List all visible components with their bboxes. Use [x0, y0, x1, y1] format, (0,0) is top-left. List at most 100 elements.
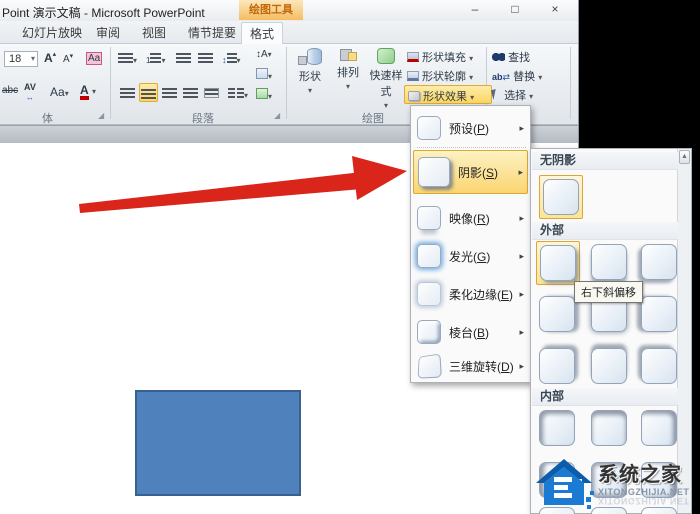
menu-item-shadow[interactable]: 阴影(S) ▸	[413, 150, 528, 194]
swatch-offset-left[interactable]	[641, 296, 677, 332]
shape-outline-button[interactable]: 形状轮廓 ▾	[404, 66, 492, 85]
close-button[interactable]: ×	[540, 2, 570, 17]
align-center-button[interactable]	[139, 83, 158, 102]
select-button[interactable]: 选择 ▾	[490, 85, 572, 104]
swatch-offset-diagonal-bottom-left[interactable]	[641, 244, 677, 280]
pencil-outline-icon	[407, 71, 419, 81]
swatch-inner-top-right[interactable]	[641, 410, 677, 446]
replace-button[interactable]: ab⇄ 替换 ▾	[492, 66, 572, 85]
numbered-list-icon	[150, 53, 162, 63]
menu-item-label: 三维旋转	[449, 359, 498, 374]
chevron-down-icon: ▾	[236, 56, 241, 65]
smartart-icon	[256, 88, 268, 99]
glow-effect-icon	[417, 244, 441, 268]
quick-styles-button[interactable]: 快速样式 ▾	[366, 48, 406, 110]
tab-view[interactable]: 视图	[134, 22, 174, 44]
decrease-indent-icon	[176, 53, 191, 63]
menu-item-label: 映像	[449, 211, 474, 226]
section-header-outer: 外部	[532, 222, 678, 240]
columns-button[interactable]: ▾	[228, 87, 248, 101]
slide-rectangle-shape[interactable]	[135, 390, 301, 496]
arrange-button[interactable]: 排列 ▾	[330, 48, 366, 110]
align-left-button[interactable]	[118, 83, 137, 102]
shapes-button[interactable]: 形状 ▾	[292, 48, 328, 110]
swatch-offset-top[interactable]	[591, 348, 627, 384]
menu-item-soft-edges[interactable]: 柔化边缘(E) ▸	[413, 276, 528, 312]
select-label: 选择	[504, 90, 527, 102]
tab-review[interactable]: 审阅	[88, 22, 128, 44]
menu-item-reflection[interactable]: 映像(R) ▸	[413, 200, 528, 236]
justify-button[interactable]	[181, 83, 200, 102]
numbering-button[interactable]: 1 ▾	[146, 52, 165, 66]
decrease-indent-button[interactable]	[176, 52, 191, 66]
shrink-font-button[interactable]: A▾	[63, 52, 73, 65]
find-button[interactable]: 查找	[492, 47, 572, 66]
change-case-button[interactable]: Aa▾	[50, 85, 69, 99]
cursor-arrow-icon	[490, 88, 503, 100]
bullets-button[interactable]: ▾	[118, 52, 137, 66]
paragraph-dialog-launcher-icon[interactable]: ◢	[274, 111, 280, 120]
font-dialog-launcher-icon[interactable]: ◢	[98, 111, 104, 120]
swatch-offset-diagonal-top-left[interactable]	[641, 348, 677, 384]
inner-shadow-top-icon	[591, 410, 627, 446]
font-size-input[interactable]: 18 ▾	[4, 51, 38, 67]
find-label: 查找	[508, 52, 531, 64]
chevron-down-icon: ▾	[64, 89, 69, 98]
chevron-down-icon: ▾	[92, 87, 97, 96]
section-header-inner: 内部	[532, 388, 678, 406]
accelerator-key: G	[477, 249, 487, 264]
menu-item-bevel[interactable]: 棱台(B) ▸	[413, 314, 528, 350]
character-spacing-button[interactable]: AV ↔	[24, 82, 36, 102]
chevron-down-icon: ▾	[268, 72, 273, 81]
shape-fill-label: 形状填充	[422, 52, 466, 64]
accelerator-key: D	[501, 359, 510, 374]
font-color-button[interactable]: A ▾	[80, 83, 96, 100]
scroll-up-icon[interactable]: ▲	[679, 150, 690, 164]
menu-item-label: 阴影	[458, 165, 483, 180]
swatch-offset-bottom[interactable]	[591, 244, 627, 280]
swatch-inner-top-left[interactable]	[539, 410, 575, 446]
menu-item-glow[interactable]: 发光(G) ▸	[413, 238, 528, 274]
shape-fill-button[interactable]: 形状填充 ▾	[404, 47, 492, 66]
align-text-button[interactable]: ▾	[256, 68, 272, 82]
submenu-arrow-icon: ▸	[519, 250, 524, 261]
distribute-button[interactable]	[202, 83, 221, 102]
line-spacing-button[interactable]: ↕ ▾	[222, 52, 241, 66]
minimize-button[interactable]: –	[460, 2, 490, 17]
convert-smartart-button[interactable]: ▾	[256, 88, 272, 102]
text-direction-button[interactable]: ↕A▾	[256, 49, 272, 60]
screenshot-root: Point 演示文稿 - Microsoft PowerPoint 绘图工具 –…	[0, 0, 700, 514]
swatch-inner-top[interactable]	[591, 410, 627, 446]
grow-font-button[interactable]: A▴	[44, 50, 56, 65]
grow-font-glyph: A	[44, 51, 53, 65]
swatch-no-shadow-selected[interactable]	[539, 175, 583, 219]
strikethrough-button[interactable]: abc	[2, 85, 18, 96]
swatch-offset-diagonal-bottom-right[interactable]	[536, 241, 580, 285]
shape-effects-label: 形状效果	[423, 91, 467, 103]
columns-icon	[237, 88, 244, 98]
increase-indent-button[interactable]	[198, 52, 213, 66]
tab-slideshow[interactable]: 幻灯片放映	[14, 22, 90, 44]
swatch-offset-right[interactable]	[539, 296, 575, 332]
paragraph-group-label: 段落	[192, 113, 214, 125]
chevron-down-icon: ▾	[30, 54, 35, 63]
clear-formatting-button[interactable]: Aa	[86, 50, 103, 65]
menu-item-3d-rotation[interactable]: 三维旋转(D) ▸	[413, 348, 528, 384]
tab-format[interactable]: 格式	[241, 22, 284, 44]
shape-effects-button[interactable]: 形状效果 ▾	[404, 85, 492, 104]
chevron-down-icon: ▾	[161, 56, 166, 65]
shadow-bottom-right-icon	[540, 245, 576, 281]
drawing-tools-contextual-header: 绘图工具	[239, 0, 303, 20]
accelerator-key: B	[477, 325, 486, 340]
swatch-offset-diagonal-top-right[interactable]	[539, 348, 575, 384]
maximize-button[interactable]: □	[500, 2, 530, 17]
shadow-right-icon	[539, 296, 575, 332]
align-text-icon	[256, 68, 268, 79]
arrange-overlap-icon	[347, 52, 357, 61]
chevron-down-icon: ▾	[267, 50, 272, 59]
font-color-glyph: A	[80, 84, 89, 100]
menu-item-preset[interactable]: 预设(P) ▸	[413, 110, 528, 146]
increase-indent-icon	[198, 53, 213, 63]
align-right-button[interactable]	[160, 83, 179, 102]
tab-storyboard[interactable]: 情节提要	[180, 22, 244, 44]
